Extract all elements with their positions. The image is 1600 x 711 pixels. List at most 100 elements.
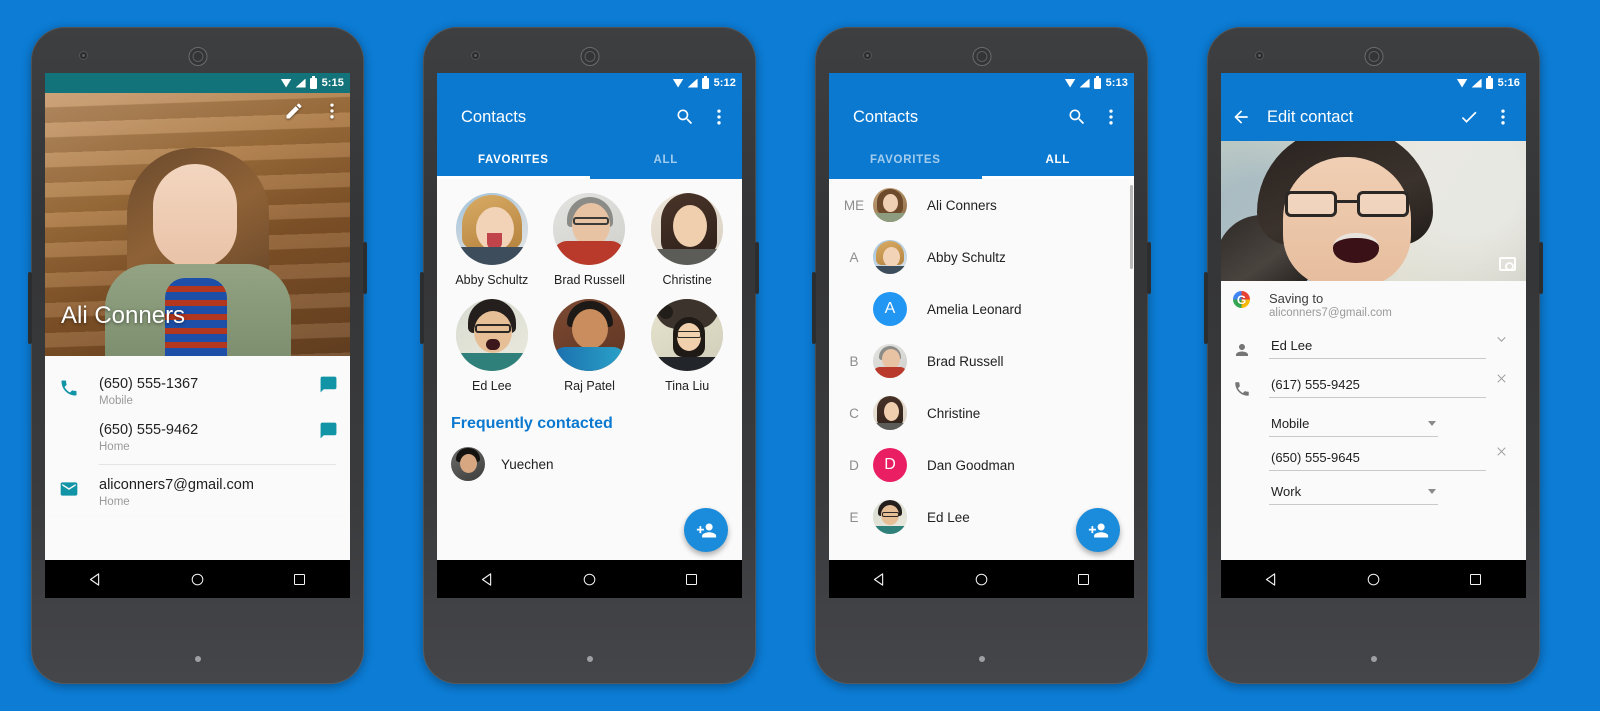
home-circle-icon[interactable] xyxy=(582,572,597,587)
tab-all[interactable]: ALL xyxy=(590,141,743,179)
recents-square-icon[interactable] xyxy=(1076,572,1091,587)
add-contact-fab[interactable] xyxy=(1076,508,1120,552)
power-button[interactable] xyxy=(1539,242,1543,294)
favorite-item[interactable]: Raj Patel xyxy=(541,299,639,393)
search-icon[interactable] xyxy=(675,107,695,127)
list-item[interactable]: C Christine xyxy=(829,387,1134,439)
contact-row-phone-mobile[interactable]: (650) 555-1367 Mobile xyxy=(45,368,350,414)
home-circle-icon[interactable] xyxy=(1366,572,1381,587)
section-letter: E xyxy=(849,509,859,525)
android-navigation-bar xyxy=(829,560,1134,598)
home-circle-icon[interactable] xyxy=(190,572,205,587)
avatar-initial: D xyxy=(873,448,907,482)
section-letter: ME xyxy=(843,197,865,213)
recents-square-icon[interactable] xyxy=(1468,572,1483,587)
screen-contacts-all: 5:13 Contacts FAVORITES ALL ME Ali Conne… xyxy=(829,73,1134,598)
phone-device-favorites: 5:12 Contacts FAVORITES ALL Abby Schultz… xyxy=(420,27,759,684)
contact-name: Ali Conners xyxy=(61,302,186,329)
scrollbar[interactable] xyxy=(1130,185,1133,269)
volume-button[interactable] xyxy=(28,272,32,344)
phone-label: Home xyxy=(99,441,130,454)
volume-button[interactable] xyxy=(1204,272,1208,344)
clear-icon[interactable] xyxy=(1486,445,1516,462)
field-phone-2-type[interactable]: Work xyxy=(1221,471,1526,505)
frequently-contacted-name: Yuechen xyxy=(501,456,554,472)
phone-type-select-2[interactable]: Work xyxy=(1269,479,1439,505)
add-contact-fab[interactable] xyxy=(684,508,728,552)
section-letter: C xyxy=(849,405,859,421)
contact-hero-photo: Ali Conners xyxy=(45,93,350,356)
overflow-menu-icon[interactable] xyxy=(1493,107,1513,127)
chevron-down-icon xyxy=(1428,421,1437,426)
recents-square-icon[interactable] xyxy=(684,572,699,587)
tab-favorites[interactable]: FAVORITES xyxy=(829,141,982,179)
status-bar: 5:16 xyxy=(1221,73,1526,93)
name-input[interactable]: Ed Lee xyxy=(1269,333,1486,359)
volume-button[interactable] xyxy=(420,272,424,344)
power-button[interactable] xyxy=(363,242,367,294)
email-value: aliconners7@gmail.com xyxy=(99,477,254,494)
favorite-item[interactable]: Brad Russell xyxy=(541,193,639,287)
notification-led xyxy=(586,656,593,662)
tab-favorites[interactable]: FAVORITES xyxy=(437,141,590,179)
status-bar: 5:15 xyxy=(45,73,350,93)
frequently-contacted-item[interactable]: Yuechen xyxy=(437,443,742,485)
home-circle-icon[interactable] xyxy=(974,572,989,587)
recents-square-icon[interactable] xyxy=(292,572,307,587)
back-triangle-icon[interactable] xyxy=(480,572,495,587)
section-letter: B xyxy=(849,353,859,369)
tab-all[interactable]: ALL xyxy=(982,141,1135,179)
list-item[interactable]: D D Dan Goodman xyxy=(829,439,1134,491)
camera-icon[interactable] xyxy=(1499,257,1516,271)
field-phone-2[interactable]: (650) 555-9645 xyxy=(1221,437,1526,471)
signal-icon xyxy=(1079,78,1090,88)
list-item[interactable]: A Amelia Leonard xyxy=(829,283,1134,335)
status-bar-time: 5:16 xyxy=(1497,77,1520,89)
back-triangle-icon[interactable] xyxy=(1264,572,1279,587)
power-button[interactable] xyxy=(1147,242,1151,294)
chevron-down-icon[interactable] xyxy=(1486,333,1516,350)
check-icon[interactable] xyxy=(1459,107,1479,127)
edit-pencil-icon[interactable] xyxy=(284,101,304,121)
phone-icon-placeholder xyxy=(1233,445,1269,453)
contact-row-email[interactable]: aliconners7@gmail.com Home xyxy=(45,469,350,515)
favorite-item[interactable]: Ed Lee xyxy=(443,299,541,393)
avatar xyxy=(651,299,724,371)
overflow-menu-icon[interactable] xyxy=(709,107,729,127)
message-icon[interactable] xyxy=(319,375,338,399)
search-icon[interactable] xyxy=(1067,107,1087,127)
avatar xyxy=(873,396,907,430)
field-phone-1[interactable]: (617) 555-9425 xyxy=(1221,364,1526,403)
power-button[interactable] xyxy=(755,242,759,294)
phone-device-edit-contact: 5:16 Edit contact G Saving to aliconners… xyxy=(1204,27,1543,684)
section-letter: A xyxy=(849,249,859,265)
list-item[interactable]: A Abby Schultz xyxy=(829,231,1134,283)
page-title: Edit contact xyxy=(1267,107,1354,126)
saving-account-row[interactable]: Saving to aliconners7@gmail.com xyxy=(1221,281,1526,325)
earpiece-speaker xyxy=(580,47,599,66)
back-triangle-icon[interactable] xyxy=(872,572,887,587)
contact-name: Dan Goodman xyxy=(927,457,1015,473)
favorite-item[interactable]: Abby Schultz xyxy=(443,193,541,287)
back-triangle-icon[interactable] xyxy=(88,572,103,587)
favorite-item[interactable]: Tina Liu xyxy=(638,299,736,393)
list-item[interactable]: B Brad Russell xyxy=(829,335,1134,387)
tab-bar: FAVORITES ALL xyxy=(829,141,1134,179)
favorite-item[interactable]: Christine xyxy=(638,193,736,287)
phone-input-2[interactable]: (650) 555-9645 xyxy=(1269,445,1486,471)
overflow-menu-icon[interactable] xyxy=(1101,107,1121,127)
app-bar: Edit contact xyxy=(1221,93,1526,141)
field-name[interactable]: Ed Lee xyxy=(1221,325,1526,364)
contact-row-phone-home[interactable]: (650) 555-9462 Home xyxy=(45,414,350,460)
message-icon[interactable] xyxy=(319,421,338,445)
clear-icon[interactable] xyxy=(1486,372,1516,389)
phone-input[interactable]: (617) 555-9425 xyxy=(1269,372,1486,398)
field-phone-1-type[interactable]: Mobile xyxy=(1221,403,1526,437)
list-item[interactable]: ME Ali Conners xyxy=(829,179,1134,231)
arrow-back-icon[interactable] xyxy=(1231,107,1251,127)
contact-photo-editor[interactable] xyxy=(1221,141,1526,281)
overflow-menu-icon[interactable] xyxy=(322,101,342,121)
volume-button[interactable] xyxy=(812,272,816,344)
phone-type-select[interactable]: Mobile xyxy=(1269,411,1439,437)
notification-led xyxy=(978,656,985,662)
